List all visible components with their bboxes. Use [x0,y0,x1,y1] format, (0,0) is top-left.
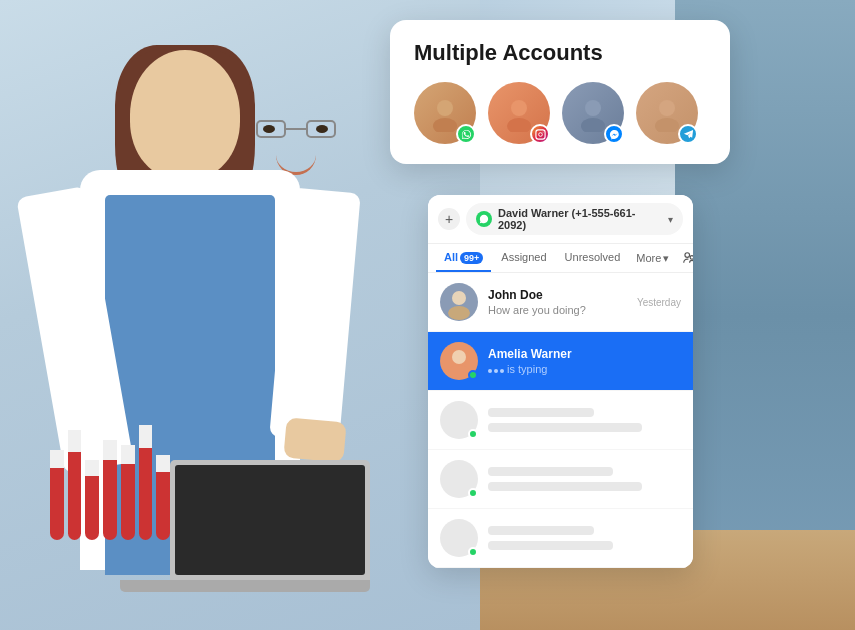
placeholder-lines-1 [488,408,681,432]
chat-panel: + David Warner (+1-555-661-2092) ▾ All99… [428,195,693,568]
online-indicator [468,370,478,380]
svg-point-10 [655,118,679,132]
conv-name-john-doe: John Doe [488,288,627,302]
tab-assigned[interactable]: Assigned [493,244,554,272]
svg-point-9 [659,100,675,116]
avatar-instagram[interactable] [488,82,550,144]
avatar-telegram[interactable] [636,82,698,144]
conv-time-john-doe: Yesterday [637,297,681,308]
placeholder-lines-3 [488,526,681,550]
svg-rect-4 [535,129,544,138]
placeholder-line [488,423,642,432]
svg-point-5 [538,132,542,136]
chat-header: + David Warner (+1-555-661-2092) ▾ [428,195,693,244]
conversation-item-john-doe[interactable]: John Doe How are you doing? Yesterday [428,273,693,332]
conv-preview-john-doe: How are you doing? [488,304,627,316]
chat-tabs: All99+ Assigned Unresolved More ▾ [428,244,693,273]
instagram-badge [530,124,550,144]
placeholder-lines-2 [488,467,681,491]
placeholder-avatar-2 [440,460,478,498]
svg-point-2 [511,100,527,116]
telegram-badge [678,124,698,144]
svg-point-3 [507,118,531,132]
multiple-accounts-card: Multiple Accounts [390,20,730,164]
avatar-whatsapp[interactable] [414,82,476,144]
conv-info-john-doe: John Doe How are you doing? [488,288,627,316]
svg-point-11 [685,253,690,258]
placeholder-line [488,541,613,550]
avatars-row [414,82,706,144]
conv-avatar-john-doe [440,283,478,321]
conversation-list: John Doe How are you doing? Yesterday Am… [428,273,693,568]
add-conversation-button[interactable]: + [438,208,460,230]
placeholder-row-3[interactable] [428,509,693,568]
whatsapp-badge [456,124,476,144]
agents-filter-button[interactable] [677,246,693,270]
svg-point-6 [542,131,543,132]
svg-point-15 [452,291,466,305]
svg-point-8 [581,118,605,132]
svg-point-1 [433,118,457,132]
svg-point-7 [585,100,601,116]
conv-preview-amelia-warner: is typing [488,363,681,375]
placeholder-line [488,482,642,491]
conversation-item-amelia-warner[interactable]: Amelia Warner is typing [428,332,693,391]
account-selector[interactable]: David Warner (+1-555-661-2092) ▾ [466,203,683,235]
tab-all[interactable]: All99+ [436,244,491,272]
avatar-messenger[interactable] [562,82,624,144]
tab-more[interactable]: More ▾ [630,245,675,272]
placeholder-line [488,408,594,417]
placeholder-row-2[interactable] [428,450,693,509]
card-title: Multiple Accounts [414,40,706,66]
placeholder-row-1[interactable] [428,391,693,450]
placeholder-avatar-1 [440,401,478,439]
more-chevron-icon: ▾ [663,252,669,265]
svg-point-12 [690,256,693,259]
conv-name-amelia-warner: Amelia Warner [488,347,681,361]
messenger-badge [604,124,624,144]
svg-point-17 [452,350,466,364]
tab-unresolved[interactable]: Unresolved [557,244,629,272]
svg-point-18 [448,365,470,379]
chevron-down-icon: ▾ [668,214,673,225]
placeholder-line [488,467,613,476]
whatsapp-small-icon [476,211,492,227]
conv-avatar-amelia-warner [440,342,478,380]
tab-action-icons [677,246,693,270]
account-name-label: David Warner (+1-555-661-2092) [498,207,662,231]
typing-indicator [488,369,504,373]
all-badge: 99+ [460,252,483,264]
conv-info-amelia-warner: Amelia Warner is typing [488,347,681,375]
placeholder-avatar-3 [440,519,478,557]
svg-point-0 [437,100,453,116]
svg-point-16 [448,306,470,320]
placeholder-line [488,526,594,535]
